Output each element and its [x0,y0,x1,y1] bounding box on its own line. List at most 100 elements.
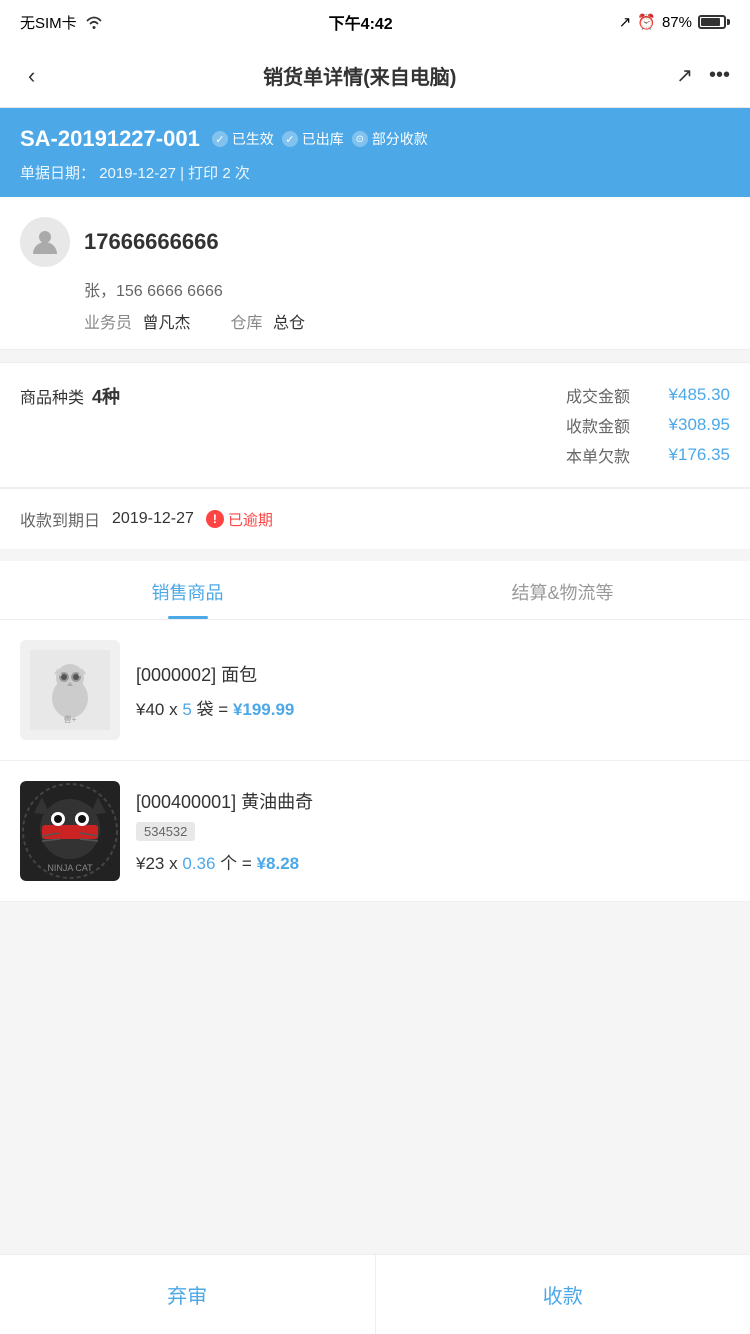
eq-2: = [242,854,257,873]
bottom-bar: 弃审 收款 [0,1254,750,1334]
overdue-icon: ! [206,510,224,528]
tab-products[interactable]: 销售商品 [0,561,375,619]
customer-contact: 张，156 6666 6666 [20,277,730,301]
product-name-2: [000400001] 黄油曲奇 [136,788,730,814]
battery-percent: 87% [662,14,692,31]
wifi-icon [85,15,103,29]
tab-settlement-label: 结算&物流等 [511,583,613,603]
carrier-label: 无SIM卡 [20,12,77,33]
back-button[interactable]: ‹ [20,55,43,97]
reject-button[interactable]: 弃审 [0,1255,376,1334]
svg-text:NINJA CAT: NINJA CAT [47,863,93,873]
more-button[interactable]: ••• [709,64,730,87]
product-title-1: 面包 [221,665,257,685]
status-delivered-label: 已出库 [302,129,344,149]
partial-icon: ⊙ [352,131,368,147]
summary-right: 成交金额 ¥485.30 收款金额 ¥308.95 本单欠款 ¥176.35 [566,383,730,467]
warehouse-value: 总仓 [273,315,305,332]
batch-tag: 534532 [136,822,195,841]
product-types-label: 商品种类 [20,384,84,408]
warehouse-label: 仓库 [230,315,262,332]
order-id: SA-20191227-001 [20,126,200,152]
customer-card: 17666666666 张，156 6666 6666 业务员 曾凡杰 仓库 总… [0,197,750,350]
product-count: 4种 [92,383,120,409]
product-info-2: [000400001] 黄油曲奇 534532 ¥23 x 0.36 个 = ¥… [136,781,730,881]
product-batch-2: 534532 [136,822,730,841]
status-bar: 无SIM卡 下午4:42 ↗ ⏰ 87% [0,0,750,44]
svg-text:兽+: 兽+ [64,714,77,724]
unit-1: 袋 [197,700,214,719]
due-date-value: 2019-12-27 [112,510,194,528]
amount-label: 成交金额 [566,383,630,407]
due-value: ¥176.35 [650,445,730,465]
nav-actions: ↗ ••• [676,63,730,88]
header-banner: SA-20191227-001 ✓ 已生效 ✓ 已出库 ⊙ 部分收款 单据日期：… [0,108,750,197]
customer-row: 17666666666 [20,217,730,267]
amount-value: ¥485.30 [650,385,730,405]
mult-1: x [169,700,182,719]
salesperson-label: 业务员 [84,315,132,332]
product-code-1: [0000002] [136,665,216,685]
qty-2: 0.36 [182,854,215,873]
product-price-1: ¥40 x 5 袋 = ¥199.99 [136,695,730,720]
overdue-label: 已逾期 [228,509,273,530]
summary-left: 商品种类 4种 [20,383,120,409]
status-effective: ✓ 已生效 [212,129,274,149]
banner-date-row: 单据日期： 2019-12-27 | 打印 2 次 [20,162,730,183]
status-effective-label: 已生效 [232,129,274,149]
salesperson-value: 曾凡杰 [142,315,190,332]
product-code-2: [000400001] [136,792,236,812]
salesperson-info: 业务员 曾凡杰 [84,309,190,333]
status-partial-payment: ⊙ 部分收款 [352,129,428,149]
received-value: ¥308.95 [650,415,730,435]
status-left: 无SIM卡 [20,12,103,33]
delivered-icon: ✓ [282,131,298,147]
warehouse-info: 仓库 总仓 [230,309,304,333]
customer-avatar [20,217,70,267]
status-partial-label: 部分收款 [372,129,428,149]
product-thumb-2: NINJA CAT [20,781,120,881]
product-item: NINJA CAT [000400001] 黄油曲奇 534532 ¥23 x … [0,761,750,902]
mult-2: x [169,854,182,873]
battery-icon [698,15,730,29]
due-date-label: 收款到期日 [20,507,100,531]
tab-settlement[interactable]: 结算&物流等 [375,561,750,619]
banner-row1: SA-20191227-001 ✓ 已生效 ✓ 已出库 ⊙ 部分收款 [20,126,730,152]
due-row: 本单欠款 ¥176.35 [566,443,730,467]
date-label: 单据日期： [20,165,95,182]
print-count: 2 [222,165,230,182]
received-row: 收款金额 ¥308.95 [566,413,730,437]
status-time: 下午4:42 [329,10,393,34]
products-list: 兽+ [0000002] 面包 ¥40 x 5 袋 = ¥199.99 [0,620,750,902]
reject-label: 弃审 [167,1280,207,1309]
product-title-2: 黄油曲奇 [241,792,313,812]
product-price-2: ¥23 x 0.36 个 = ¥8.28 [136,849,730,874]
location-icon: ↗ [619,13,632,31]
eq-1: = [218,700,233,719]
ninja-thumb: NINJA CAT [20,781,120,881]
alarm-icon: ⏰ [637,13,656,31]
qty-1: 5 [182,700,191,719]
received-label: 收款金额 [566,413,630,437]
total-2: ¥8.28 [257,854,300,873]
person-icon [29,226,61,258]
print-separator: | 打印 [180,165,218,182]
product-name-1: [0000002] 面包 [136,661,730,687]
product-info-1: [0000002] 面包 ¥40 x 5 袋 = ¥199.99 [136,640,730,740]
collect-button[interactable]: 收款 [376,1255,750,1334]
tab-products-label: 销售商品 [152,583,224,603]
summary-section: 商品种类 4种 成交金额 ¥485.30 收款金额 ¥308.95 本单欠款 ¥… [0,362,750,488]
unit-2: 个 [220,854,237,873]
price-1: ¥40 [136,700,164,719]
status-delivered: ✓ 已出库 [282,129,344,149]
summary-grid: 商品种类 4种 成交金额 ¥485.30 收款金额 ¥308.95 本单欠款 ¥… [20,383,730,467]
total-1: ¥199.99 [233,700,294,719]
price-2: ¥23 [136,854,164,873]
tabs-container: 销售商品 结算&物流等 [0,561,750,620]
page-title: 销货单详情(来自电脑) [263,61,456,90]
collect-label: 收款 [543,1280,583,1309]
print-suffix: 次 [235,165,250,182]
order-date: 2019-12-27 [99,165,176,182]
product-thumb-1: 兽+ [20,640,120,740]
share-button[interactable]: ↗ [676,63,693,88]
